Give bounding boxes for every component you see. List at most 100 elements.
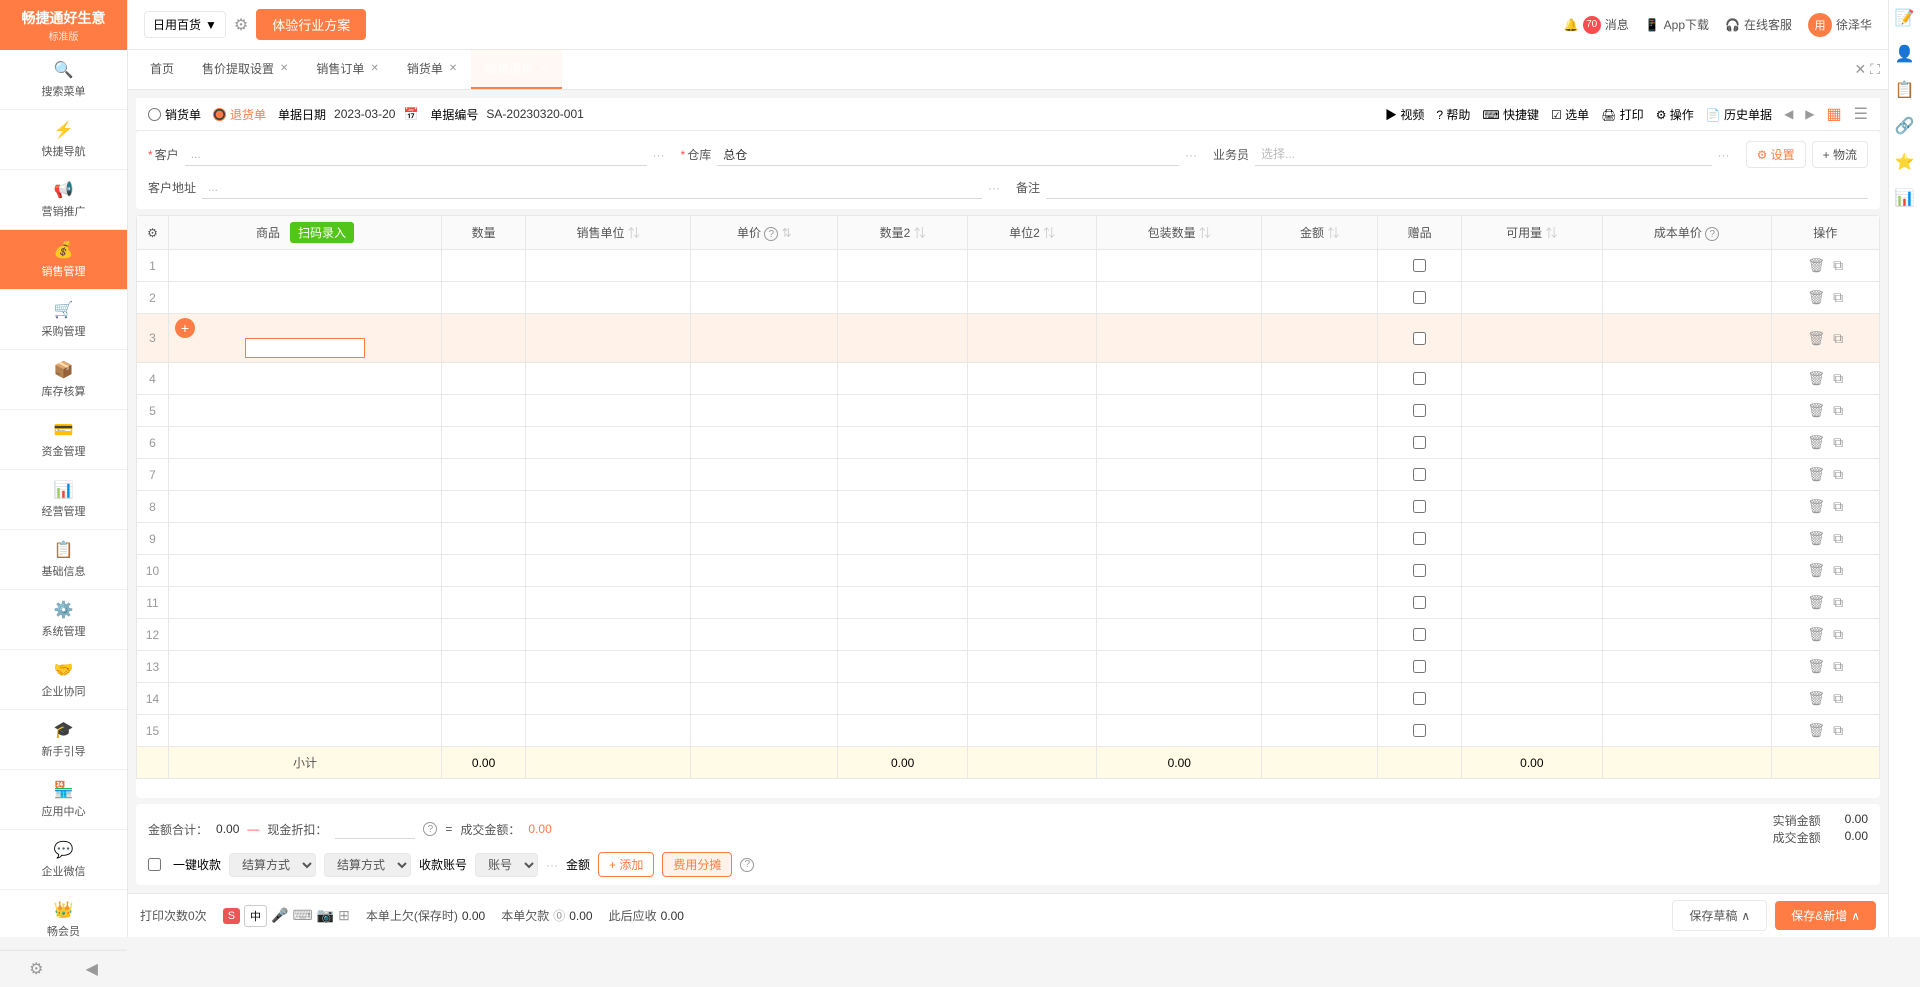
package-qty-cell[interactable] — [1097, 491, 1262, 523]
gift-checkbox[interactable] — [1413, 532, 1426, 545]
product-cell[interactable] — [169, 715, 442, 747]
quantity2-cell[interactable] — [838, 651, 967, 683]
cost-unit-cell[interactable] — [1602, 427, 1771, 459]
package-qty-cell[interactable] — [1097, 619, 1262, 651]
available-cell[interactable] — [1462, 715, 1602, 747]
cost-unit-cell[interactable] — [1602, 491, 1771, 523]
gift-checkbox[interactable] — [1413, 564, 1426, 577]
address-input[interactable] — [202, 176, 982, 199]
video-btn[interactable]: ▶ 视频 — [1385, 106, 1424, 123]
radio-return[interactable]: 退货单 — [213, 106, 266, 123]
quantity2-cell[interactable] — [838, 715, 967, 747]
sidebar-item-shortcut[interactable]: ⚡ 快捷导航 — [0, 110, 127, 170]
delete-row-btn[interactable]: 🗑 — [1805, 496, 1827, 517]
gift-checkbox[interactable] — [1413, 628, 1426, 641]
copy-row-btn[interactable]: ⧉ — [1831, 528, 1845, 549]
quantity-cell[interactable] — [442, 619, 526, 651]
amount-cell[interactable] — [1262, 363, 1378, 395]
unit-price-cell[interactable] — [691, 651, 838, 683]
cost-unit-cell[interactable] — [1602, 363, 1771, 395]
amount-cell[interactable] — [1262, 683, 1378, 715]
sales-unit-cell[interactable] — [526, 715, 691, 747]
sales-unit-cell[interactable] — [526, 250, 691, 282]
product-cell[interactable] — [169, 427, 442, 459]
unit2-cell[interactable] — [967, 651, 1096, 683]
amount-cell[interactable] — [1262, 491, 1378, 523]
apps-icon[interactable]: ⊞ — [338, 907, 350, 924]
available-cell[interactable] — [1462, 282, 1602, 314]
gift-checkbox[interactable] — [1413, 692, 1426, 705]
quantity-cell[interactable] — [442, 314, 526, 363]
account-select[interactable]: 账号 — [475, 853, 538, 877]
sales-unit-cell[interactable] — [526, 555, 691, 587]
unit2-cell[interactable] — [967, 619, 1096, 651]
amount-cell[interactable] — [1262, 651, 1378, 683]
quantity2-cell[interactable] — [838, 555, 967, 587]
available-cell[interactable] — [1462, 651, 1602, 683]
gift-cell[interactable] — [1378, 715, 1462, 747]
product-cell[interactable] — [169, 459, 442, 491]
amount-cell[interactable] — [1262, 314, 1378, 363]
copy-row-btn[interactable]: ⧉ — [1831, 287, 1845, 308]
quantity2-cell[interactable] — [838, 427, 967, 459]
package-qty-cell[interactable] — [1097, 363, 1262, 395]
unit2-cell[interactable] — [967, 715, 1096, 747]
cost-unit-cell[interactable] — [1602, 683, 1771, 715]
unit2-cell[interactable] — [967, 427, 1096, 459]
quantity2-cell[interactable] — [838, 363, 967, 395]
warehouse-input[interactable] — [717, 143, 1179, 166]
quantity2-cell[interactable] — [838, 250, 967, 282]
package-qty-cell[interactable] — [1097, 555, 1262, 587]
remarks-input[interactable] — [1046, 176, 1868, 199]
keyboard-icon[interactable]: ⌨ — [292, 907, 312, 924]
quantity-cell[interactable] — [442, 459, 526, 491]
unit2-cell[interactable] — [967, 363, 1096, 395]
gift-checkbox[interactable] — [1413, 724, 1426, 737]
prev-icon[interactable]: ◀ — [1784, 107, 1793, 121]
sidebar-item-inventory[interactable]: 📦 库存核算 — [0, 350, 127, 410]
copy-row-btn[interactable]: ⧉ — [1831, 368, 1845, 389]
tab-price-settings[interactable]: 售价提取设置 ✕ — [188, 50, 302, 89]
unit-price-cell[interactable] — [691, 282, 838, 314]
unit2-cell[interactable] — [967, 683, 1096, 715]
delete-row-btn[interactable]: 🗑 — [1805, 432, 1827, 453]
package-qty-cell[interactable] — [1097, 282, 1262, 314]
quantity-cell[interactable] — [442, 491, 526, 523]
available-cell[interactable] — [1462, 314, 1602, 363]
print-btn[interactable]: 🖨 打印 — [1601, 106, 1644, 123]
gift-checkbox[interactable] — [1413, 468, 1426, 481]
gift-checkbox[interactable] — [1413, 660, 1426, 673]
salesperson-dots[interactable]: ··· — [1718, 148, 1730, 162]
delete-row-btn[interactable]: 🗑 — [1805, 560, 1827, 581]
quantity2-cell[interactable] — [838, 314, 967, 363]
sidebar-item-marketing[interactable]: 📢 营销推广 — [0, 170, 127, 230]
copy-row-btn[interactable]: ⧉ — [1831, 496, 1845, 517]
tab-sales-bill[interactable]: 销货单 ✕ — [393, 50, 471, 89]
right-panel-item-3[interactable]: 📋 — [1895, 80, 1915, 100]
cost-unit-cell[interactable] — [1602, 523, 1771, 555]
product-cell[interactable] — [169, 683, 442, 715]
one-click-pay-checkbox[interactable] — [148, 858, 161, 871]
tab-close-icon[interactable]: ✕ — [280, 63, 288, 74]
fullscreen-icon[interactable]: ⛶ — [1870, 61, 1880, 78]
settings-bottom-icon[interactable]: ⚙ — [29, 959, 43, 979]
available-cell[interactable] — [1462, 587, 1602, 619]
unit-price-cell[interactable] — [691, 555, 838, 587]
product-cell[interactable] — [169, 619, 442, 651]
save-new-btn[interactable]: 保存&新增 ∧ — [1775, 901, 1876, 930]
gift-checkbox[interactable] — [1413, 291, 1426, 304]
module-select[interactable]: 日用百货 ▼ — [144, 11, 226, 38]
cost-unit-cell[interactable] — [1602, 250, 1771, 282]
shortcut-btn[interactable]: ⌨ 快捷键 — [1482, 106, 1539, 123]
quantity-cell[interactable] — [442, 587, 526, 619]
quantity-cell[interactable] — [442, 250, 526, 282]
calendar-icon[interactable]: 📅 — [403, 107, 418, 121]
camera-icon[interactable]: 📷 — [317, 907, 334, 924]
amount-cell[interactable] — [1262, 555, 1378, 587]
grid-view-icon[interactable]: ▦ — [1827, 104, 1842, 124]
available-cell[interactable] — [1462, 523, 1602, 555]
product-cell[interactable]: + — [169, 314, 442, 363]
expense-help-icon[interactable]: ? — [740, 858, 754, 872]
sidebar-item-finance[interactable]: 💳 资金管理 — [0, 410, 127, 470]
gift-checkbox[interactable] — [1413, 332, 1426, 345]
